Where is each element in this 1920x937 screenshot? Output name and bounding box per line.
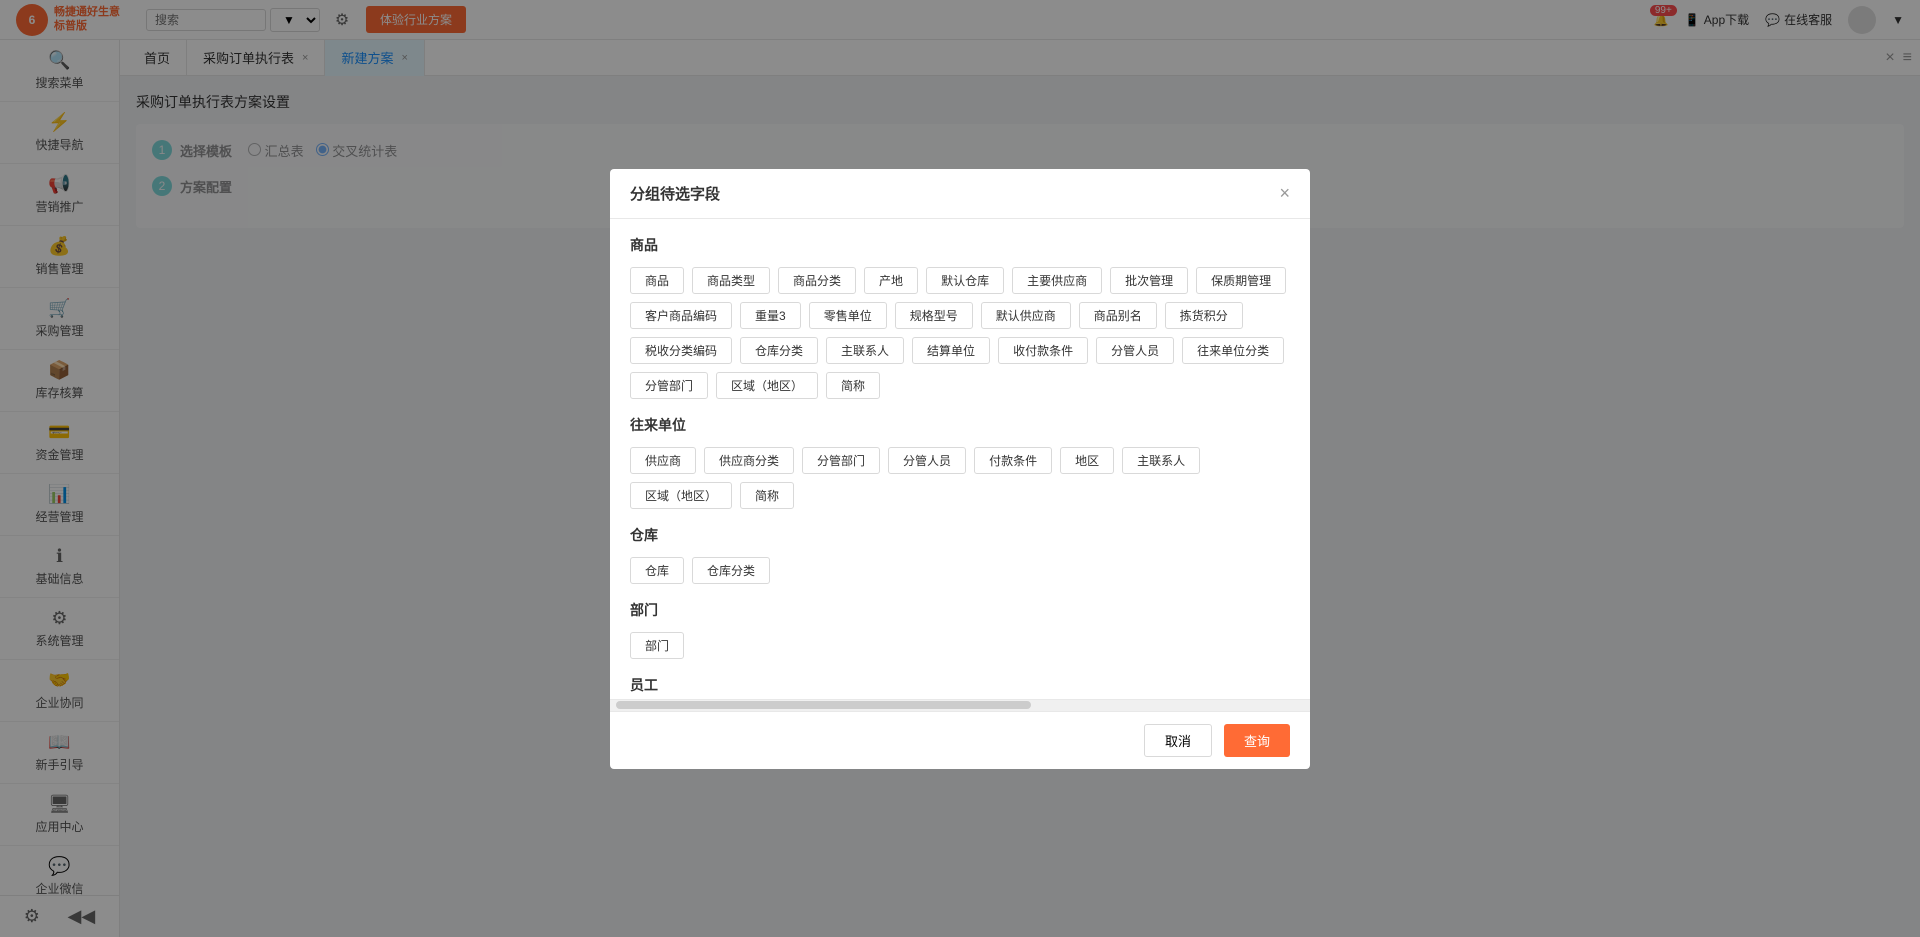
group-title-employee: 员工 — [630, 675, 1290, 695]
group-title-department: 部门 — [630, 600, 1290, 620]
field-tag-partner-dept[interactable]: 分管部门 — [802, 447, 880, 474]
field-tag-shelf-life[interactable]: 保质期管理 — [1196, 267, 1286, 294]
group-title-warehouse: 仓库 — [630, 525, 1290, 545]
field-tag-supplier-category[interactable]: 供应商分类 — [704, 447, 794, 474]
hscroll-bar-thumb — [616, 701, 1031, 709]
field-tag-origin[interactable]: 产地 — [864, 267, 918, 294]
goods-field-tags: 商品 商品类型 商品分类 产地 默认仓库 主要供应商 批次管理 保质期管理 客户… — [630, 267, 1290, 399]
field-tag-region[interactable]: 区域（地区） — [716, 372, 818, 399]
field-tag-customer-code[interactable]: 客户商品编码 — [630, 302, 732, 329]
field-tag-weight3[interactable]: 重量3 — [740, 302, 801, 329]
field-tag-area[interactable]: 地区 — [1060, 447, 1114, 474]
field-tag-main-contact-partner[interactable]: 主联系人 — [1122, 447, 1200, 474]
field-tag-main-supplier[interactable]: 主要供应商 — [1012, 267, 1102, 294]
field-tag-settlement-unit[interactable]: 结算单位 — [912, 337, 990, 364]
field-tag-partner-category[interactable]: 往来单位分类 — [1182, 337, 1284, 364]
field-tag-batch-mgmt[interactable]: 批次管理 — [1110, 267, 1188, 294]
confirm-button[interactable]: 查询 — [1224, 724, 1290, 757]
field-tag-goods-category[interactable]: 商品分类 — [778, 267, 856, 294]
field-tag-payment-cond[interactable]: 付款条件 — [974, 447, 1052, 474]
field-tag-default-supplier[interactable]: 默认供应商 — [981, 302, 1071, 329]
field-tag-region-partner[interactable]: 区域（地区） — [630, 482, 732, 509]
field-tag-default-warehouse[interactable]: 默认仓库 — [926, 267, 1004, 294]
modal-body: 商品 商品 商品类型 商品分类 产地 默认仓库 主要供应商 批次管理 保质期管理… — [610, 219, 1310, 699]
modal-title: 分组待选字段 — [630, 183, 720, 204]
field-tag-goods-alias[interactable]: 商品别名 — [1079, 302, 1157, 329]
field-tag-short-name[interactable]: 简称 — [826, 372, 880, 399]
modal-close-button[interactable]: × — [1279, 183, 1290, 204]
modal-header: 分组待选字段 × — [610, 169, 1310, 219]
field-tag-supplier[interactable]: 供应商 — [630, 447, 696, 474]
field-tag-pick-points[interactable]: 拣货积分 — [1165, 302, 1243, 329]
group-title-partner: 往来单位 — [630, 415, 1290, 435]
field-tag-short-name-partner[interactable]: 简称 — [740, 482, 794, 509]
field-tag-wh-category[interactable]: 仓库分类 — [692, 557, 770, 584]
department-field-tags: 部门 — [630, 632, 1290, 659]
field-tag-main-contact[interactable]: 主联系人 — [826, 337, 904, 364]
field-tag-goods-type[interactable]: 商品类型 — [692, 267, 770, 294]
field-tag-dept[interactable]: 分管部门 — [630, 372, 708, 399]
field-tag-partner-manager[interactable]: 分管人员 — [888, 447, 966, 474]
modal-horizontal-scrollbar[interactable] — [610, 699, 1310, 711]
warehouse-field-tags: 仓库 仓库分类 — [630, 557, 1290, 584]
field-tag-retail-unit[interactable]: 零售单位 — [809, 302, 887, 329]
field-tag-warehouse-category[interactable]: 仓库分类 — [740, 337, 818, 364]
field-tag-warehouse[interactable]: 仓库 — [630, 557, 684, 584]
modal-footer: 取消 查询 — [610, 711, 1310, 769]
modal-overlay: 分组待选字段 × 商品 商品 商品类型 商品分类 产地 默认仓库 主要供应商 批… — [0, 0, 1920, 937]
field-select-modal: 分组待选字段 × 商品 商品 商品类型 商品分类 产地 默认仓库 主要供应商 批… — [610, 169, 1310, 769]
field-tag-goods[interactable]: 商品 — [630, 267, 684, 294]
field-tag-manager[interactable]: 分管人员 — [1096, 337, 1174, 364]
field-tag-tax-code[interactable]: 税收分类编码 — [630, 337, 732, 364]
group-title-goods: 商品 — [630, 235, 1290, 255]
cancel-button[interactable]: 取消 — [1144, 724, 1212, 757]
field-tag-payment-terms[interactable]: 收付款条件 — [998, 337, 1088, 364]
field-tag-spec-model[interactable]: 规格型号 — [895, 302, 973, 329]
field-tag-department[interactable]: 部门 — [630, 632, 684, 659]
partner-field-tags: 供应商 供应商分类 分管部门 分管人员 付款条件 地区 主联系人 区域（地区） … — [630, 447, 1290, 509]
